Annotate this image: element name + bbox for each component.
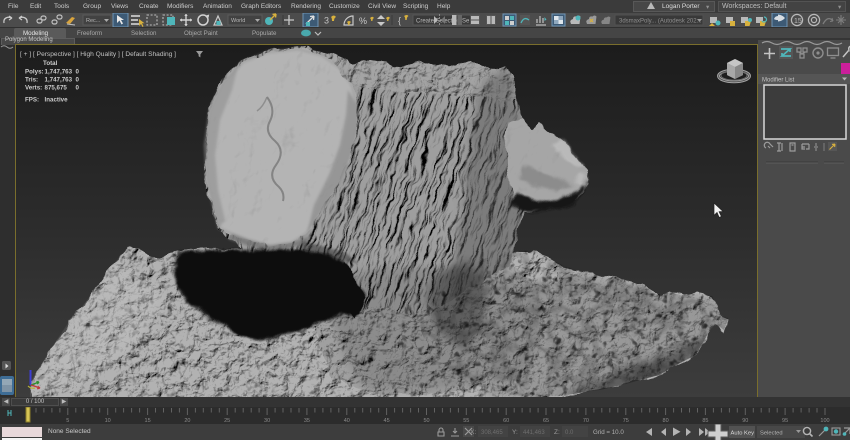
- svg-text:0: 0: [76, 85, 80, 92]
- svg-text:Grid = 10.0: Grid = 10.0: [593, 429, 624, 436]
- svg-text:15: 15: [794, 18, 802, 25]
- svg-text:441,463: 441,463: [523, 430, 545, 436]
- svg-text:Modifier List: Modifier List: [762, 78, 795, 84]
- svg-text:0: 0: [76, 77, 80, 84]
- svg-text:Total: Total: [43, 60, 58, 67]
- svg-text:FPS:: FPS:: [25, 97, 39, 104]
- svg-text:Auto Key: Auto Key: [731, 431, 755, 437]
- svg-text:1,747,763: 1,747,763: [45, 77, 73, 84]
- svg-text:Tris:: Tris:: [25, 77, 38, 84]
- svg-text:1,747,763: 1,747,763: [45, 69, 73, 76]
- svg-text:World: World: [231, 18, 245, 24]
- svg-text:Verts:: Verts:: [25, 85, 42, 92]
- svg-text:Z:: Z:: [554, 429, 560, 436]
- svg-text:Polys:: Polys:: [25, 69, 44, 76]
- svg-text:{: {: [398, 16, 401, 26]
- svg-text:Inactive: Inactive: [45, 97, 69, 104]
- svg-text:0.0: 0.0: [565, 430, 574, 436]
- svg-text:0: 0: [76, 69, 80, 76]
- svg-text:875,675: 875,675: [45, 85, 68, 92]
- svg-text:3dsmaxPoly... (Autodesk 202...: 3dsmaxPoly... (Autodesk 202...: [619, 19, 702, 25]
- svg-text:3: 3: [324, 16, 329, 26]
- svg-text:Y:: Y:: [512, 429, 518, 436]
- svg-text:Rec...: Rec...: [86, 18, 101, 24]
- svg-text:X:: X:: [470, 429, 476, 436]
- svg-text:%: %: [359, 16, 367, 26]
- svg-text:308,465: 308,465: [481, 430, 503, 436]
- svg-text:[ + ] [ Perspective ] [ High: [ + ] [ Perspective ] [ High Quality ] […: [20, 51, 176, 58]
- svg-text:Selected: Selected: [760, 431, 783, 437]
